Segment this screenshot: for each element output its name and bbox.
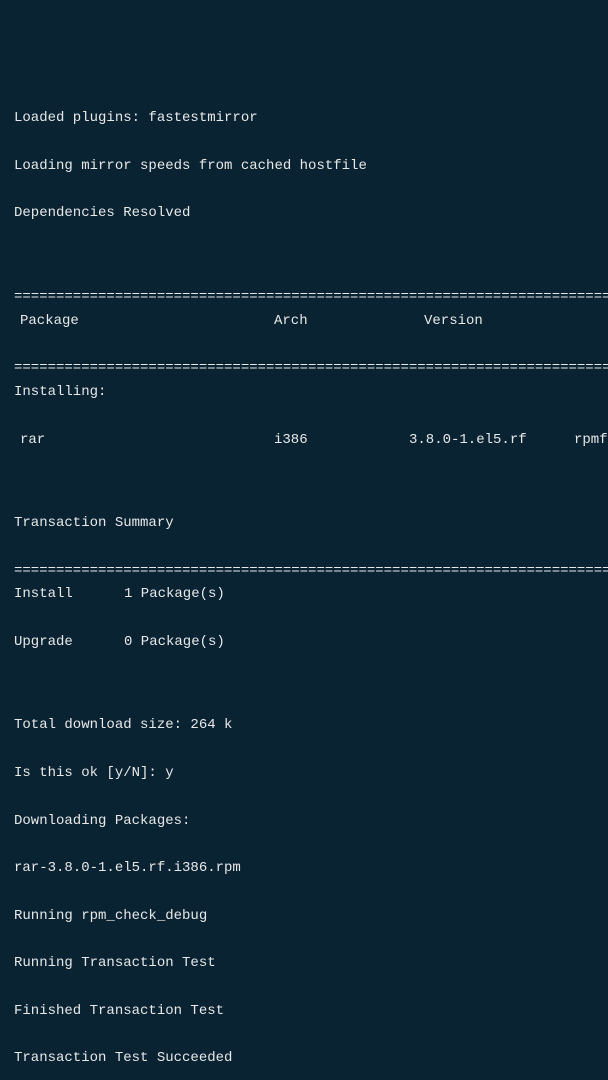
dependencies-resolved-line: Dependencies Resolved xyxy=(14,202,594,226)
finished-transaction-test: Finished Transaction Test xyxy=(14,1000,594,1024)
divider-summary: ========================================… xyxy=(14,563,608,579)
summary-upgrade: Upgrade0 Package(s) xyxy=(14,631,594,655)
prompt-text: Is this ok [y/N]: xyxy=(14,765,165,781)
header-arch: Arch xyxy=(274,310,424,334)
installing-label: Installing: xyxy=(14,381,594,405)
upgrade-label: Upgrade xyxy=(14,631,124,655)
prompt-answer[interactable]: y xyxy=(165,765,173,781)
upgrade-value: 0 Package(s) xyxy=(124,631,225,655)
header-package: Package xyxy=(14,310,274,334)
rpm-check-debug: Running rpm_check_debug xyxy=(14,905,594,929)
divider-top: ========================================… xyxy=(14,289,608,305)
pkg-version: 3.8.0-1.el5.rf xyxy=(409,429,574,453)
summary-install: Install1 Package(s) xyxy=(14,583,594,607)
package-row: rari3863.8.0-1.el5.rfrpmf xyxy=(14,429,594,453)
loading-mirror-line: Loading mirror speeds from cached hostfi… xyxy=(14,155,594,179)
table-header: PackageArchVersion xyxy=(14,310,594,334)
downloading-packages: Downloading Packages: xyxy=(14,810,594,834)
plugins-line: Loaded plugins: fastestmirror xyxy=(14,107,594,131)
rpm-file: rar-3.8.0-1.el5.rf.i386.rpm xyxy=(14,857,594,881)
confirm-prompt: Is this ok [y/N]: y xyxy=(14,762,594,786)
install-label: Install xyxy=(14,583,124,607)
pkg-name: rar xyxy=(14,429,274,453)
transaction-test-succeeded: Transaction Test Succeeded xyxy=(14,1047,594,1071)
transaction-summary-label: Transaction Summary xyxy=(14,512,594,536)
install-value: 1 Package(s) xyxy=(124,583,225,607)
pkg-arch: i386 xyxy=(274,429,409,453)
header-version: Version xyxy=(424,310,574,334)
download-size: Total download size: 264 k xyxy=(14,714,594,738)
pkg-repo: rpmf xyxy=(574,429,608,453)
divider-header-bottom: ========================================… xyxy=(14,360,608,376)
running-transaction-test: Running Transaction Test xyxy=(14,952,594,976)
